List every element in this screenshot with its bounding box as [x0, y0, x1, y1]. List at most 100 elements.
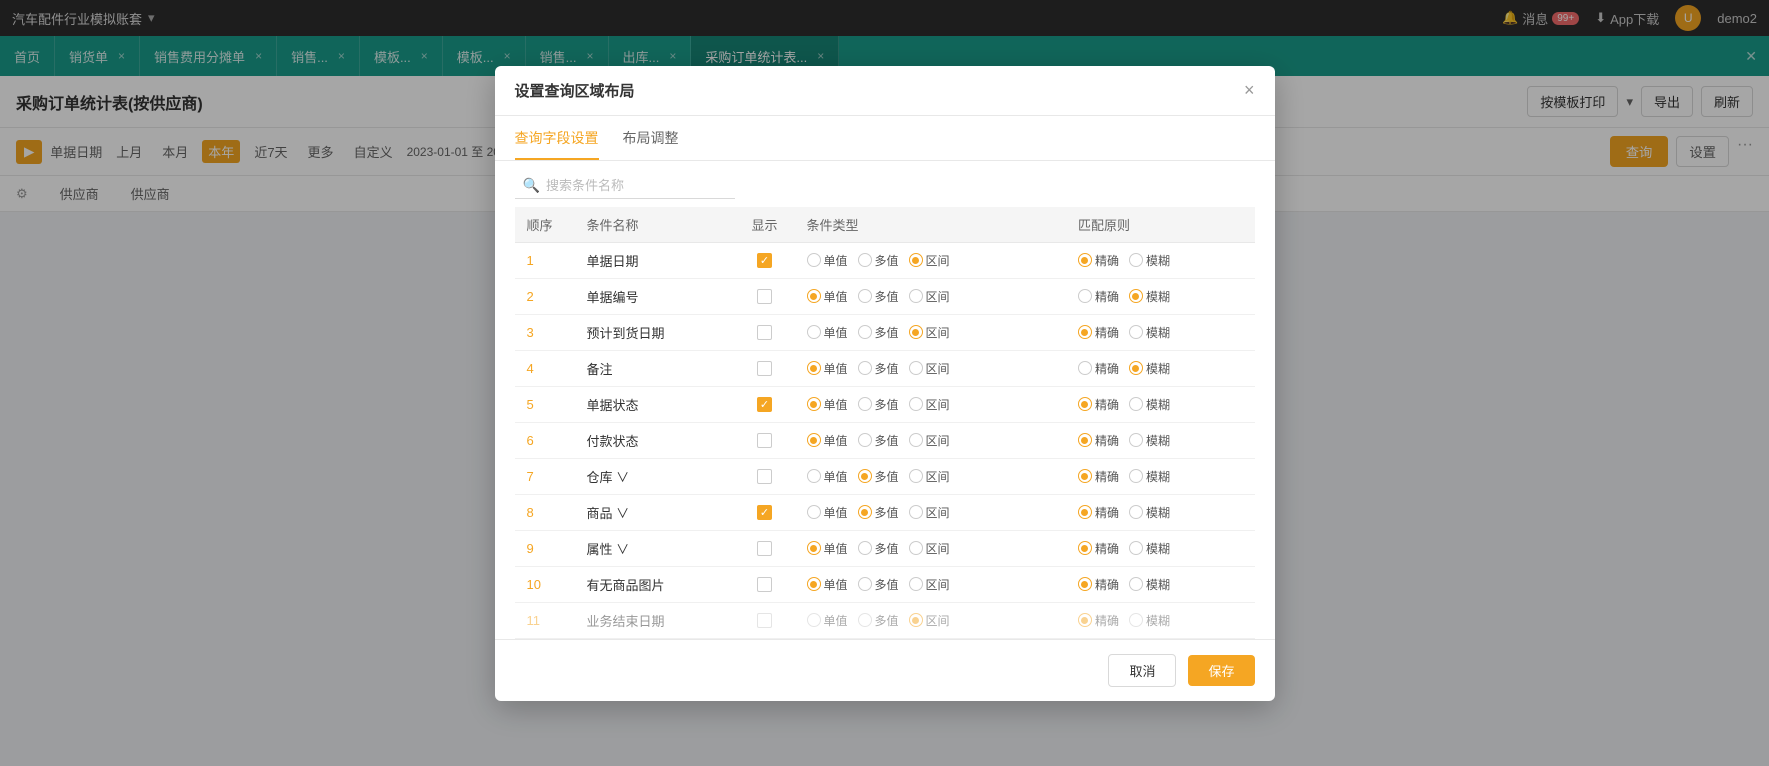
- row-type-1: 单值多值区间: [795, 242, 1066, 278]
- row-display-4[interactable]: [735, 350, 795, 386]
- radio-type-区间-9[interactable]: 区间: [909, 540, 950, 557]
- checkbox-2[interactable]: [757, 289, 772, 304]
- radio-type-单值-10[interactable]: 单值: [807, 576, 848, 593]
- radio-match-模糊-4[interactable]: 模糊: [1129, 360, 1170, 377]
- radio-match-模糊-1[interactable]: 模糊: [1129, 252, 1170, 269]
- checkbox-10[interactable]: [757, 577, 772, 592]
- radio-type-单值-6[interactable]: 单值: [807, 432, 848, 449]
- radio-match-精确-2[interactable]: 精确: [1078, 288, 1119, 305]
- radio-match-模糊-7[interactable]: 模糊: [1129, 468, 1170, 485]
- row-display-7[interactable]: [735, 458, 795, 494]
- radio-circle-icon: [858, 541, 872, 555]
- radio-type-单值-8[interactable]: 单值: [807, 504, 848, 521]
- radio-type-区间-11[interactable]: 区间: [909, 612, 950, 629]
- radio-match-精确-11[interactable]: 精确: [1078, 612, 1119, 629]
- row-display-1[interactable]: ✓: [735, 242, 795, 278]
- row-display-5[interactable]: ✓: [735, 386, 795, 422]
- checkbox-4[interactable]: [757, 361, 772, 376]
- checkbox-3[interactable]: [757, 325, 772, 340]
- radio-type-多值-5[interactable]: 多值: [858, 396, 899, 413]
- radio-match-模糊-3[interactable]: 模糊: [1129, 324, 1170, 341]
- radio-match-精确-6[interactable]: 精确: [1078, 432, 1119, 449]
- radio-type-单值-4[interactable]: 单值: [807, 360, 848, 377]
- radio-circle-icon: [807, 505, 821, 519]
- checkbox-6[interactable]: [757, 433, 772, 448]
- radio-circle-icon: [1078, 433, 1092, 447]
- checkbox-1[interactable]: ✓: [757, 253, 772, 268]
- radio-circle-icon: [1129, 325, 1143, 339]
- row-display-2[interactable]: [735, 278, 795, 314]
- radio-circle-icon: [807, 253, 821, 267]
- row-display-10[interactable]: [735, 566, 795, 602]
- radio-match-精确-7[interactable]: 精确: [1078, 468, 1119, 485]
- radio-type-多值-7[interactable]: 多值: [858, 468, 899, 485]
- row-type-10: 单值多值区间: [795, 566, 1066, 602]
- radio-type-单值-1[interactable]: 单值: [807, 252, 848, 269]
- row-display-9[interactable]: [735, 530, 795, 566]
- tab-layout-adjust[interactable]: 布局调整: [623, 128, 679, 160]
- radio-match-精确-8[interactable]: 精确: [1078, 504, 1119, 521]
- radio-match-模糊-2[interactable]: 模糊: [1129, 288, 1170, 305]
- radio-match-模糊-6[interactable]: 模糊: [1129, 432, 1170, 449]
- radio-type-单值-5[interactable]: 单值: [807, 396, 848, 413]
- radio-match-精确-9[interactable]: 精确: [1078, 540, 1119, 557]
- radio-match-精确-10[interactable]: 精确: [1078, 576, 1119, 593]
- row-display-8[interactable]: ✓: [735, 494, 795, 530]
- radio-type-多值-11[interactable]: 多值: [858, 612, 899, 629]
- checkbox-11[interactable]: [757, 613, 772, 628]
- radio-match-模糊-11[interactable]: 模糊: [1129, 612, 1170, 629]
- row-name-1: 单据日期: [575, 242, 735, 278]
- order-num: 2: [527, 289, 534, 304]
- checkbox-9[interactable]: [757, 541, 772, 556]
- radio-type-区间-7[interactable]: 区间: [909, 468, 950, 485]
- radio-type-区间-8[interactable]: 区间: [909, 504, 950, 521]
- checkbox-5[interactable]: ✓: [757, 397, 772, 412]
- table-row: 2单据编号单值多值区间精确模糊: [515, 278, 1255, 314]
- radio-match-模糊-8[interactable]: 模糊: [1129, 504, 1170, 521]
- radio-type-单值-3[interactable]: 单值: [807, 324, 848, 341]
- radio-type-多值-2[interactable]: 多值: [858, 288, 899, 305]
- cancel-button[interactable]: 取消: [1108, 654, 1176, 687]
- row-match-11: 精确模糊: [1066, 602, 1255, 638]
- row-display-11[interactable]: [735, 602, 795, 638]
- radio-match-模糊-10[interactable]: 模糊: [1129, 576, 1170, 593]
- row-display-3[interactable]: [735, 314, 795, 350]
- radio-circle-icon: [1078, 253, 1092, 267]
- radio-match-精确-3[interactable]: 精确: [1078, 324, 1119, 341]
- radio-type-多值-4[interactable]: 多值: [858, 360, 899, 377]
- tab-field-settings[interactable]: 查询字段设置: [515, 128, 599, 160]
- radio-match-模糊-5[interactable]: 模糊: [1129, 396, 1170, 413]
- radio-type-区间-5[interactable]: 区间: [909, 396, 950, 413]
- radio-type-单值-7[interactable]: 单值: [807, 468, 848, 485]
- radio-type-区间-2[interactable]: 区间: [909, 288, 950, 305]
- checkbox-8[interactable]: ✓: [757, 505, 772, 520]
- radio-type-区间-10[interactable]: 区间: [909, 576, 950, 593]
- search-input[interactable]: [546, 178, 706, 193]
- radio-match-模糊-9[interactable]: 模糊: [1129, 540, 1170, 557]
- checkbox-7[interactable]: [757, 469, 772, 484]
- row-match-9: 精确模糊: [1066, 530, 1255, 566]
- radio-type-区间-6[interactable]: 区间: [909, 432, 950, 449]
- radio-type-多值-3[interactable]: 多值: [858, 324, 899, 341]
- radio-match-精确-1[interactable]: 精确: [1078, 252, 1119, 269]
- radio-circle-icon: [1129, 577, 1143, 591]
- row-display-6[interactable]: [735, 422, 795, 458]
- radio-type-多值-10[interactable]: 多值: [858, 576, 899, 593]
- radio-type-多值-8[interactable]: 多值: [858, 504, 899, 521]
- radio-match-精确-5[interactable]: 精确: [1078, 396, 1119, 413]
- radio-type-多值-9[interactable]: 多值: [858, 540, 899, 557]
- radio-type-区间-4[interactable]: 区间: [909, 360, 950, 377]
- radio-type-单值-11[interactable]: 单值: [807, 612, 848, 629]
- radio-match-精确-4[interactable]: 精确: [1078, 360, 1119, 377]
- row-type-9: 单值多值区间: [795, 530, 1066, 566]
- save-button[interactable]: 保存: [1188, 655, 1254, 686]
- radio-circle-icon: [1078, 541, 1092, 555]
- radio-type-单值-9[interactable]: 单值: [807, 540, 848, 557]
- radio-type-单值-2[interactable]: 单值: [807, 288, 848, 305]
- modal-close-button[interactable]: ×: [1244, 80, 1255, 101]
- radio-type-多值-1[interactable]: 多值: [858, 252, 899, 269]
- radio-type-区间-1[interactable]: 区间: [909, 252, 950, 269]
- order-num: 4: [527, 361, 534, 376]
- radio-type-区间-3[interactable]: 区间: [909, 324, 950, 341]
- radio-type-多值-6[interactable]: 多值: [858, 432, 899, 449]
